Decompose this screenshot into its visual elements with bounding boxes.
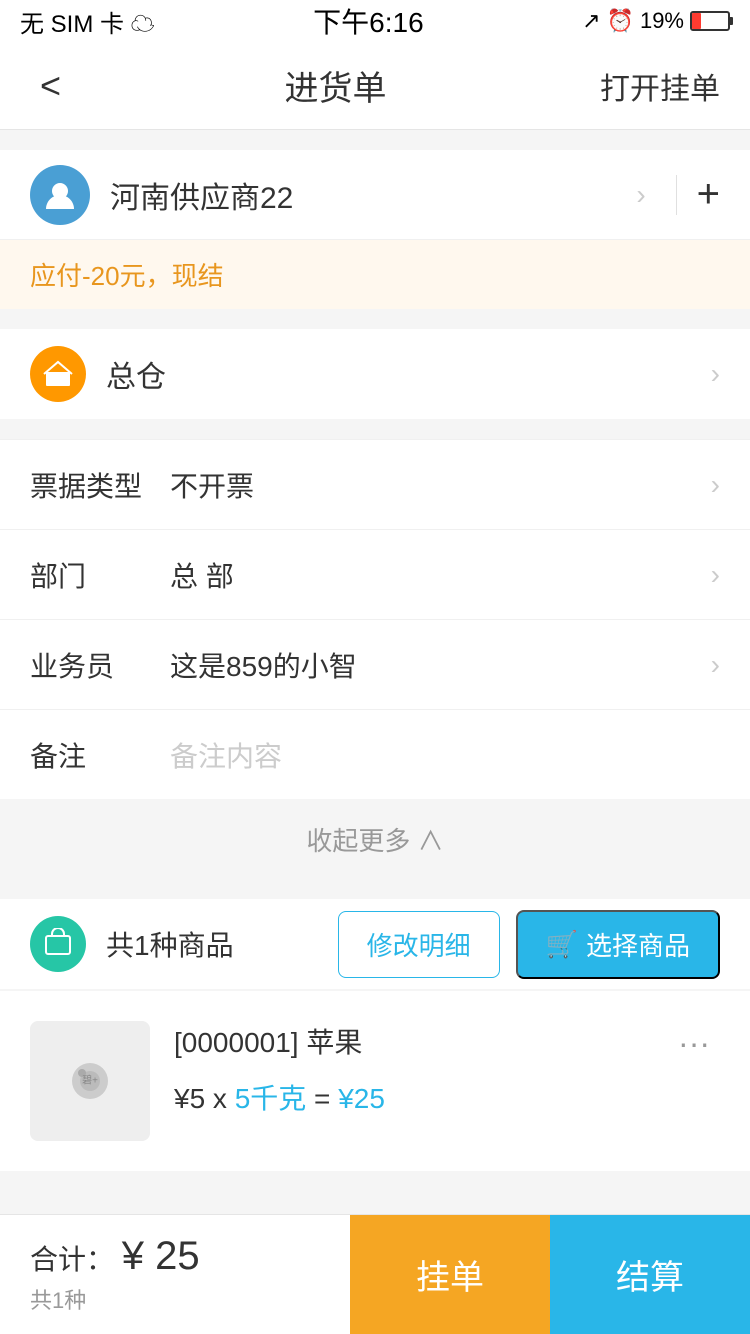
select-product-button[interactable]: 🛒 选择商品 <box>516 910 720 979</box>
nav-bar: < 进货单 打开挂单 <box>0 42 750 130</box>
unit-price: ¥5 x <box>174 1083 235 1114</box>
remark-placeholder: 备注内容 <box>170 735 720 775</box>
dept-chevron-icon: › <box>711 559 720 591</box>
product-count-text: 共1种商品 <box>106 924 338 964</box>
back-button[interactable]: < <box>30 55 71 117</box>
page-title: 进货单 <box>285 61 387 110</box>
warehouse-section: 总仓 › <box>0 329 750 419</box>
invoice-chevron-icon: › <box>711 469 720 501</box>
divider-top <box>0 130 750 150</box>
divider-3 <box>0 419 750 439</box>
product-title: 苹果 <box>306 1027 362 1058</box>
location-icon: ↗ <box>582 8 600 34</box>
hang-button[interactable]: 挂单 <box>350 1215 550 1334</box>
supplier-chevron-icon: › <box>636 179 645 211</box>
collapse-label: 收起更多 ∧ <box>306 821 443 858</box>
product-thumbnail: 碧+ <box>30 1021 150 1141</box>
edit-detail-button[interactable]: 修改明细 <box>338 911 500 978</box>
quantity: 5千克 <box>235 1083 307 1114</box>
battery-percent: 19% <box>640 8 684 34</box>
cart-icon: 🛒 <box>546 929 578 960</box>
form-section: 票据类型 不开票 › 部门 总 部 › 业务员 这是859的小智 › 备注 备注… <box>0 439 750 799</box>
product-item: 碧+ [0000001] 苹果 ¥5 x 5千克 = ¥25 ··· <box>0 991 750 1171</box>
invoice-row[interactable]: 票据类型 不开票 › <box>0 439 750 529</box>
svg-text:碧+: 碧+ <box>82 1075 98 1087</box>
warehouse-row[interactable]: 总仓 › <box>0 329 750 419</box>
supplier-divider <box>676 175 677 215</box>
total-label: 合计： <box>30 1244 114 1275</box>
product-menu-button[interactable]: ··· <box>668 1021 720 1066</box>
status-time: 下午6:16 <box>313 1 424 41</box>
total-amount: ¥ 25 <box>122 1234 200 1278</box>
product-count-icon <box>30 916 86 972</box>
checkout-button[interactable]: 结算 <box>550 1215 750 1334</box>
select-product-label: 选择商品 <box>586 926 690 963</box>
warehouse-name: 总仓 <box>106 352 711 396</box>
supplier-row[interactable]: 河南供应商22 › + <box>0 150 750 240</box>
notice-bar: 应付-20元，现结 <box>0 240 750 309</box>
product-name: [0000001] 苹果 <box>174 1021 668 1061</box>
add-supplier-button[interactable]: + <box>697 172 720 217</box>
salesperson-label: 业务员 <box>30 645 170 685</box>
product-code: [0000001] <box>174 1027 306 1058</box>
battery-icon <box>690 11 730 31</box>
total-price: ¥25 <box>338 1083 385 1114</box>
product-header: 共1种商品 修改明细 🛒 选择商品 <box>0 899 750 989</box>
remark-row[interactable]: 备注 备注内容 <box>0 709 750 799</box>
status-carrier: 无 SIM 卡 ☁ <box>20 4 155 39</box>
salesperson-row[interactable]: 业务员 这是859的小智 › <box>0 619 750 709</box>
salesperson-chevron-icon: › <box>711 649 720 681</box>
invoice-value: 不开票 <box>170 465 711 505</box>
supplier-section: 河南供应商22 › + 应付-20元，现结 <box>0 150 750 309</box>
invoice-label: 票据类型 <box>30 465 170 505</box>
warehouse-icon <box>30 346 86 402</box>
dept-label: 部门 <box>30 555 170 595</box>
remark-label: 备注 <box>30 735 170 775</box>
bottom-bar: 合计： ¥ 25 共1种 挂单 结算 <box>0 1214 750 1334</box>
divider-2 <box>0 309 750 329</box>
collapse-row[interactable]: 收起更多 ∧ <box>0 799 750 879</box>
supplier-name: 河南供应商22 <box>110 173 636 217</box>
salesperson-value: 这是859的小智 <box>170 645 711 685</box>
total-section: 合计： ¥ 25 共1种 <box>0 1234 350 1315</box>
status-bar: 无 SIM 卡 ☁ 下午6:16 ↗ ⏰ 19% <box>0 0 750 42</box>
supplier-avatar <box>30 165 90 225</box>
equals: = <box>306 1083 338 1114</box>
total-count: 共1种 <box>30 1283 320 1315</box>
open-hang-button[interactable]: 打开挂单 <box>600 64 720 108</box>
status-indicators: ↗ ⏰ 19% <box>582 8 730 34</box>
dept-row[interactable]: 部门 总 部 › <box>0 529 750 619</box>
notice-text: 应付-20元，现结 <box>30 261 224 291</box>
alarm-icon: ⏰ <box>607 8 634 34</box>
product-price: ¥5 x 5千克 = ¥25 <box>174 1077 668 1117</box>
product-info: [0000001] 苹果 ¥5 x 5千克 = ¥25 <box>174 1021 668 1117</box>
dept-value: 总 部 <box>170 555 711 595</box>
total-row: 合计： ¥ 25 <box>30 1234 320 1279</box>
warehouse-chevron-icon: › <box>711 358 720 390</box>
